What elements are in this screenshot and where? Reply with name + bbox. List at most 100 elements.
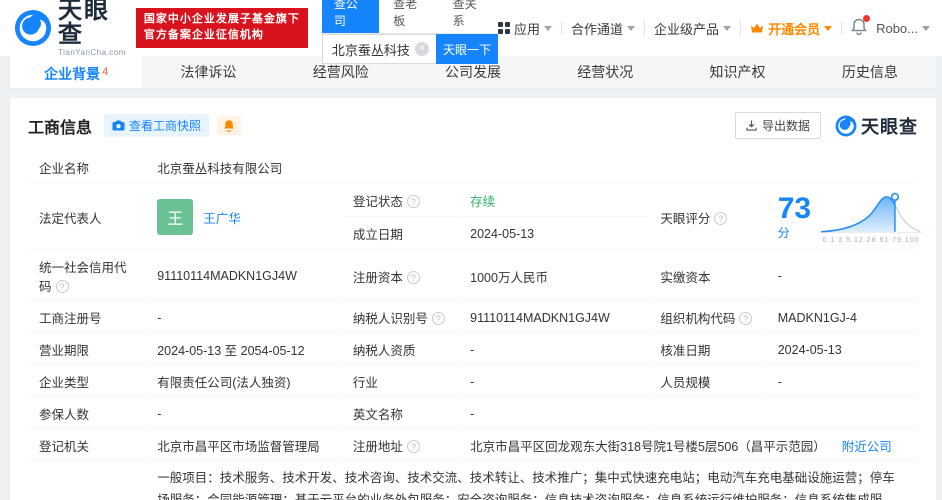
table-row: 法定代表人 王 王广华 登记状态 存续 天眼评分 73分 bbox=[27, 183, 923, 251]
help-icon[interactable] bbox=[714, 211, 728, 225]
table-row: 统一社会信用代码 91110114MADKN1GJ4W 注册资本 1000万人民… bbox=[27, 250, 919, 302]
tab-legal-proceedings[interactable]: 法律诉讼 bbox=[142, 56, 274, 88]
table-row: 营业期限 2024-05-13 至 2054-05-12 纳税人资质 - 核准日… bbox=[27, 333, 919, 366]
tab-count-badge: 4 bbox=[102, 66, 109, 78]
export-data-button[interactable]: 导出数据 bbox=[734, 112, 821, 139]
english-name-value: - bbox=[459, 397, 651, 430]
founded-date-label: 成立日期 bbox=[341, 216, 461, 251]
search-tab-company[interactable]: 查公司 bbox=[321, 0, 380, 33]
view-snapshot-label: 查看工商快照 bbox=[129, 119, 202, 133]
card-brand-logo: 天眼查 bbox=[835, 113, 918, 139]
divider bbox=[561, 21, 563, 35]
label-text: 组织机构代码 bbox=[660, 312, 736, 326]
apps-grid-icon bbox=[498, 22, 511, 34]
approval-date-value: 2024-05-13 bbox=[766, 333, 919, 366]
nav-enterprise-label: 企业级产品 bbox=[654, 21, 720, 37]
approval-date-label: 核准日期 bbox=[649, 333, 768, 366]
gov-badge-line2: 官方备案企业征信机构 bbox=[143, 29, 264, 41]
nav-enterprise[interactable]: 企业级产品 bbox=[654, 19, 732, 38]
registered-address-value: 北京市昌平区回龙观东大街318号院1号楼5层506（昌平示范园） bbox=[470, 440, 826, 454]
uscc-value: 91110114MADKN1GJ4W bbox=[146, 250, 343, 302]
tab-company-background[interactable]: 企业背景 4 bbox=[10, 56, 143, 88]
business-scope-text: 一般项目：技术服务、技术开发、技术咨询、技术交流、技术转让、技术推广；集中式快速… bbox=[157, 471, 895, 500]
notifications-bell[interactable] bbox=[851, 15, 871, 38]
table-row: 参保人数 - 英文名称 - bbox=[27, 397, 918, 430]
taxpayer-qualification-label: 纳税人资质 bbox=[341, 333, 461, 366]
table-row: 经营范围 一般项目：技术服务、技术开发、技术咨询、技术交流、技术转让、技术推广；… bbox=[27, 460, 918, 500]
tianyancha-logo[interactable]: 天眼查 TianYanCha.com bbox=[14, 0, 126, 57]
legal-rep-label: 法定代表人 bbox=[27, 183, 148, 251]
score-distribution-chart: 0 1 3 5 12 28 61 79 100 bbox=[819, 190, 923, 244]
chevron-down-icon bbox=[627, 26, 636, 31]
insured-count-value: - bbox=[146, 397, 343, 430]
nav-partner-label: 合作通道 bbox=[571, 21, 624, 37]
business-scope-value: 一般项目：技术服务、技术开发、技术咨询、技术交流、技术转让、技术推广；集中式快速… bbox=[146, 460, 918, 500]
export-data-label: 导出数据 bbox=[761, 119, 810, 133]
user-name: Robo... bbox=[876, 20, 918, 36]
help-icon[interactable] bbox=[431, 312, 445, 325]
gov-badge-line1: 国家中小企业发展子基金旗下 bbox=[143, 13, 300, 26]
nav-vip-label: 开通会员 bbox=[768, 21, 821, 37]
chevron-down-icon bbox=[544, 26, 553, 31]
divider bbox=[740, 21, 742, 35]
monitor-bell-button[interactable] bbox=[217, 116, 242, 135]
score-value: 73 bbox=[777, 191, 812, 225]
label-text: 注册资本 bbox=[352, 270, 403, 285]
tab-label: 知识产权 bbox=[709, 64, 766, 80]
uscc-label: 统一社会信用代码 bbox=[27, 250, 148, 302]
tyc-score-label: 天眼评分 bbox=[649, 183, 768, 251]
company-name-label: 企业名称 bbox=[27, 151, 148, 184]
nav-user-menu[interactable]: Robo... bbox=[876, 21, 930, 36]
logo-text: 天眼查 bbox=[58, 0, 110, 48]
nav-partner[interactable]: 合作通道 bbox=[571, 19, 636, 38]
nav-apps[interactable]: 应用 bbox=[498, 19, 553, 38]
tab-label: 经营风险 bbox=[312, 64, 369, 80]
legal-rep-cell: 王 王广华 bbox=[146, 183, 343, 251]
chevron-down-icon bbox=[922, 26, 930, 31]
tab-operating-status[interactable]: 经营状况 bbox=[539, 56, 671, 88]
search-button[interactable]: 天眼一下 bbox=[436, 34, 499, 64]
crown-icon bbox=[751, 23, 764, 33]
staff-size-value: - bbox=[766, 365, 919, 398]
org-code-label: 组织机构代码 bbox=[649, 301, 768, 334]
section-title: 工商信息 bbox=[28, 119, 93, 137]
tab-intellectual-property[interactable]: 知识产权 bbox=[671, 56, 803, 88]
reg-status-value: 存续 bbox=[459, 183, 651, 218]
reg-capital-label: 注册资本 bbox=[341, 250, 461, 302]
search-tabs: 查公司 查老板 查关系 bbox=[321, 0, 499, 34]
clear-search-icon[interactable]: × bbox=[415, 42, 430, 56]
score-axis-ticks: 0 1 3 5 12 28 61 79 100 bbox=[822, 237, 920, 244]
help-icon[interactable] bbox=[406, 270, 420, 284]
org-code-value: MADKN1GJ-4 bbox=[766, 301, 919, 334]
industry-label: 行业 bbox=[341, 365, 461, 398]
legal-rep-link[interactable]: 王广华 bbox=[203, 208, 241, 227]
table-row: 企业名称 北京蚕丛科技有限公司 bbox=[27, 151, 918, 184]
tab-history-info[interactable]: 历史信息 bbox=[804, 56, 936, 88]
view-snapshot-button[interactable]: 查看工商快照 bbox=[104, 114, 210, 137]
paid-capital-label: 实缴资本 bbox=[649, 250, 768, 302]
score-marker-pin bbox=[890, 192, 900, 202]
help-icon[interactable] bbox=[739, 312, 753, 325]
nearby-companies-link[interactable]: 附近公司 bbox=[842, 436, 892, 455]
help-icon[interactable] bbox=[55, 280, 69, 293]
help-icon[interactable] bbox=[406, 440, 420, 453]
taxpayer-qualification-value: - bbox=[459, 333, 651, 366]
bell-orange-icon bbox=[224, 120, 234, 132]
search-tab-relation[interactable]: 查关系 bbox=[441, 0, 498, 33]
taxpayer-id-label: 纳税人识别号 bbox=[341, 301, 461, 334]
label-text: 统一社会信用代码 bbox=[39, 261, 127, 294]
notification-dot bbox=[863, 15, 871, 22]
avatar[interactable]: 王 bbox=[157, 199, 194, 235]
card-brand-text: 天眼查 bbox=[861, 116, 918, 137]
staff-size-label: 人员规模 bbox=[649, 365, 768, 398]
label-text: 天眼评分 bbox=[660, 211, 711, 226]
search-tab-boss[interactable]: 查老板 bbox=[381, 0, 438, 33]
tab-label: 历史信息 bbox=[841, 64, 898, 80]
company-type-label: 企业类型 bbox=[27, 365, 148, 398]
tyc-score-cell[interactable]: 73分 0 1 3 5 12 28 61 79 100 bbox=[766, 183, 923, 251]
help-icon[interactable] bbox=[406, 194, 420, 208]
registered-address-cell: 北京市昌平区回龙观东大街318号院1号楼5层506（昌平示范园） 附近公司 bbox=[459, 429, 918, 462]
nav-vip[interactable]: 开通会员 bbox=[750, 19, 833, 38]
business-term-value: 2024-05-13 至 2054-05-12 bbox=[146, 333, 343, 366]
label-text: 注册地址 bbox=[352, 440, 403, 454]
